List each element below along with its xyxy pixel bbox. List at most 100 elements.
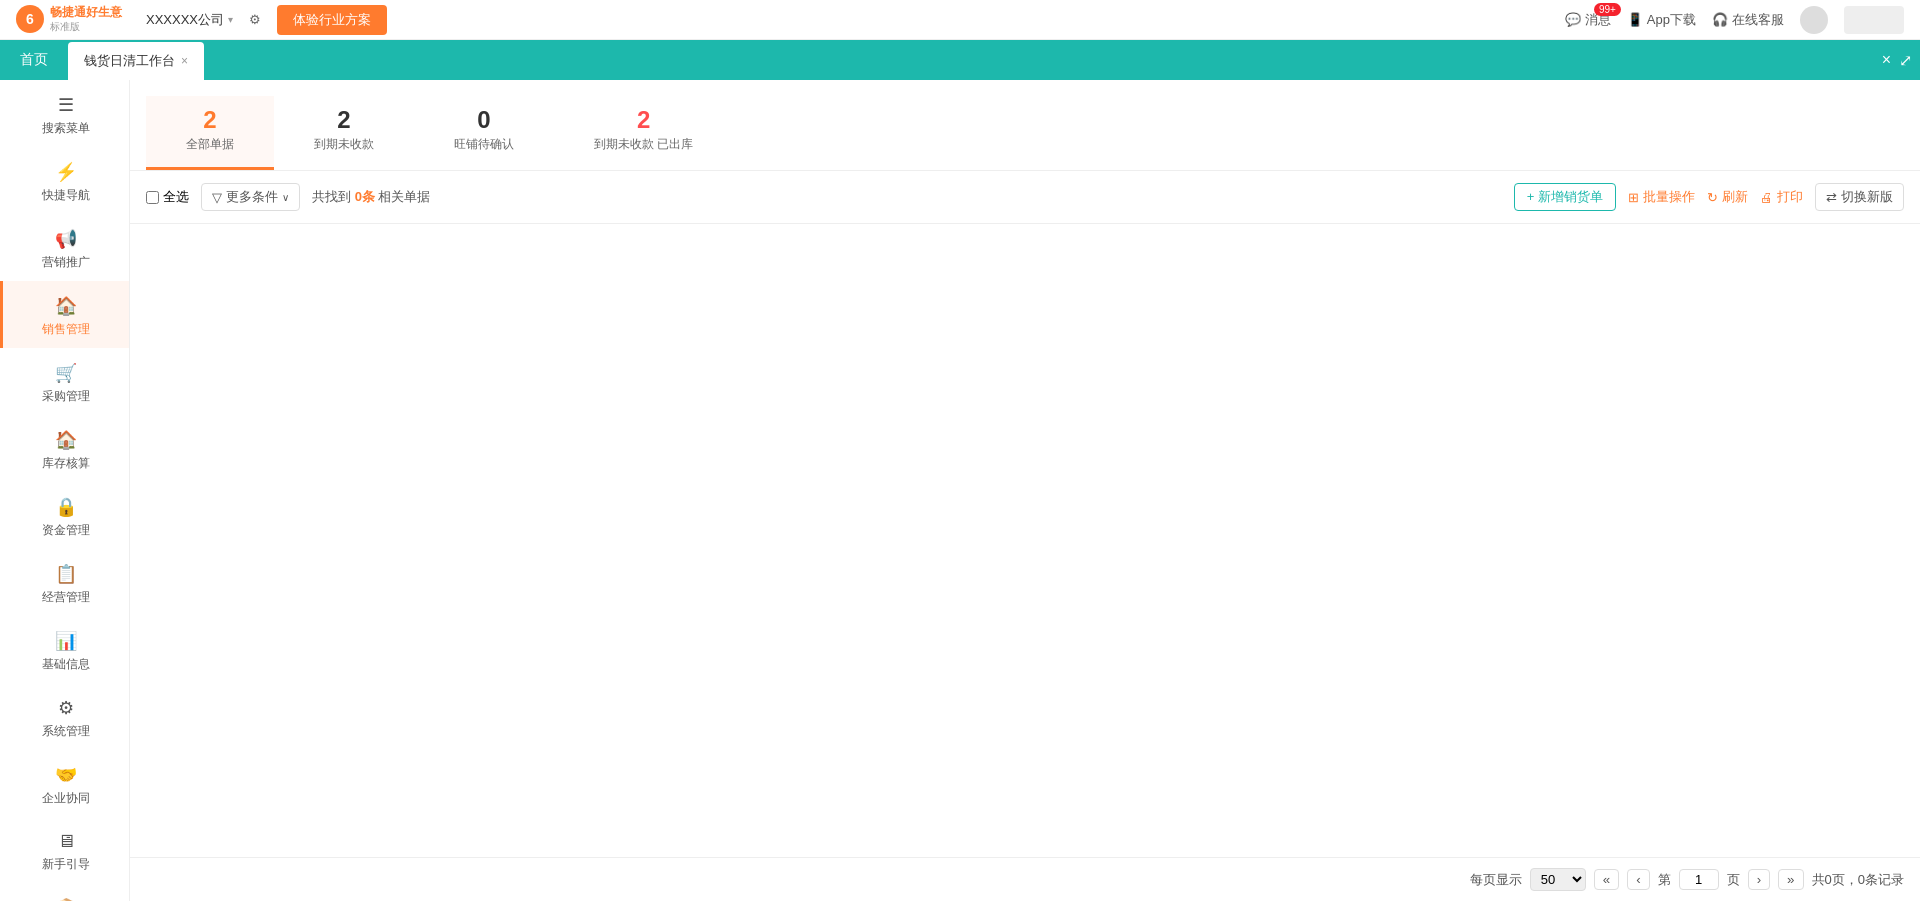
experience-button[interactable]: 体验行业方案 (277, 5, 387, 35)
sidebar-item-basic-info[interactable]: 📊 基础信息 (0, 616, 129, 683)
toolbar-right: + 新增销货单 ⊞ 批量操作 ↻ 刷新 🖨 打印 ⇄ 切换新版 (1514, 183, 1904, 211)
filter-icon: ▽ (212, 190, 222, 205)
print-button[interactable]: 🖨 打印 (1760, 188, 1803, 206)
add-sales-order-button[interactable]: + 新增销货单 (1514, 183, 1616, 211)
sidebar-item-search-label: 搜索菜单 (42, 120, 90, 137)
sidebar-item-sys-mgmt[interactable]: ⚙ 系统管理 (0, 683, 129, 750)
download-icon: 📱 (1627, 12, 1643, 27)
stat-pending-num: 0 (454, 106, 514, 134)
app-download-button[interactable]: 📱 App下载 (1627, 11, 1696, 29)
beginner-icon: 🖥 (57, 831, 75, 852)
company-name: XXXXXX公司 (146, 11, 224, 29)
switch-new-version-button[interactable]: ⇄ 切换新版 (1815, 183, 1904, 211)
sidebar-item-search-menu[interactable]: ☰ 搜索菜单 (0, 80, 129, 147)
stats-tabs: 2 全部单据 2 到期未收款 0 旺铺待确认 2 到期未收款 已出库 (130, 80, 1920, 171)
stat-pending-desc: 旺铺待确认 (454, 136, 514, 153)
stat-all-desc: 全部单据 (186, 136, 234, 153)
stat-tab-overdue-shipped[interactable]: 2 到期未收款 已出库 (554, 96, 733, 170)
quick-nav-icon: ⚡ (55, 161, 77, 183)
sidebar: ☰ 搜索菜单 ⚡ 快捷导航 📢 营销推广 🏠 销售管理 🛒 采购管理 🏠 库存核… (0, 80, 130, 901)
messages-button[interactable]: 💬 消息 99+ (1565, 11, 1611, 29)
stat-tab-all[interactable]: 2 全部单据 (146, 96, 274, 170)
marketing-icon: 📢 (55, 228, 77, 250)
toolbar: 全选 ▽ 更多条件 ∨ 共找到 0条 相关单据 + 新增销货单 ⊞ 批量操作 ↻… (130, 171, 1920, 224)
sidebar-item-capital-label: 资金管理 (42, 522, 90, 539)
sales-icon: 🏠 (55, 295, 77, 317)
last-page-button[interactable]: » (1778, 869, 1803, 890)
tab-maximize-btn[interactable]: ⤢ (1899, 51, 1912, 70)
page-label: 第 (1658, 871, 1671, 889)
message-badge: 99+ (1594, 3, 1621, 16)
company-selector[interactable]: XXXXXX公司 ▾ (146, 11, 233, 29)
stat-shipped-num: 2 (594, 106, 693, 134)
next-page-button[interactable]: › (1748, 869, 1770, 890)
found-count: 0条 (355, 189, 375, 204)
settings-icon[interactable]: ⚙ (241, 6, 269, 34)
search-menu-icon: ☰ (58, 94, 74, 116)
purchase-icon: 🛒 (55, 362, 77, 384)
coop-icon: 🤝 (55, 764, 77, 786)
avatar[interactable] (1800, 6, 1828, 34)
sidebar-item-purchase-label: 采购管理 (42, 388, 90, 405)
tab-daily-work[interactable]: 钱货日清工作台 × (68, 42, 204, 80)
stat-tab-overdue[interactable]: 2 到期未收款 (274, 96, 414, 170)
sidebar-item-inventory-label: 库存核算 (42, 455, 90, 472)
batch-operation-button[interactable]: ⊞ 批量操作 (1628, 188, 1695, 206)
top-right-area: 💬 消息 99+ 📱 App下载 🎧 在线客服 (1565, 6, 1904, 34)
sidebar-item-marketing[interactable]: 📢 营销推广 (0, 214, 129, 281)
found-text: 共找到 0条 相关单据 (312, 188, 430, 206)
first-page-button[interactable]: « (1594, 869, 1619, 890)
sidebar-item-sys-label: 系统管理 (42, 723, 90, 740)
tab-bar-actions: × ⤢ (1882, 51, 1920, 70)
page-input[interactable] (1679, 869, 1719, 890)
sidebar-item-capital[interactable]: 🔒 资金管理 (0, 482, 129, 549)
sidebar-item-basic-label: 基础信息 (42, 656, 90, 673)
sidebar-item-beginner-label: 新手引导 (42, 856, 90, 873)
sidebar-item-app-center[interactable]: 📦 应用中心 (0, 883, 129, 901)
table-area (130, 224, 1920, 857)
message-icon: 💬 (1565, 12, 1581, 27)
sidebar-item-sales-mgmt[interactable]: 🏠 销售管理 (0, 281, 129, 348)
sidebar-item-quick-nav[interactable]: ⚡ 快捷导航 (0, 147, 129, 214)
sidebar-item-beginner[interactable]: 🖥 新手引导 (0, 817, 129, 883)
top-bar: 6 畅捷通好生意 标准版 XXXXXX公司 ▾ ⚙ 体验行业方案 💬 消息 99… (0, 0, 1920, 40)
sidebar-item-marketing-label: 营销推广 (42, 254, 90, 271)
content-area: 2 全部单据 2 到期未收款 0 旺铺待确认 2 到期未收款 已出库 全选 (130, 80, 1920, 901)
filter-button[interactable]: ▽ 更多条件 ∨ (201, 183, 300, 211)
tab-close-icon[interactable]: × (181, 54, 188, 68)
per-page-select[interactable]: 50 100 200 (1530, 868, 1586, 891)
user-info[interactable] (1844, 6, 1904, 34)
select-all-checkbox[interactable]: 全选 (146, 188, 189, 206)
basic-info-icon: 📊 (55, 630, 77, 652)
stat-overdue-desc: 到期未收款 (314, 136, 374, 153)
logo-badge: 标准版 (50, 20, 122, 34)
total-label: 共0页，0条记录 (1812, 871, 1904, 889)
all-checkbox[interactable] (146, 191, 159, 204)
chevron-down-icon: ▾ (228, 14, 233, 25)
sidebar-item-coop-label: 企业协同 (42, 790, 90, 807)
sidebar-item-enterprise-coop[interactable]: 🤝 企业协同 (0, 750, 129, 817)
tab-home[interactable]: 首页 (0, 40, 68, 80)
select-all-label: 全选 (163, 188, 189, 206)
sidebar-item-sales-label: 销售管理 (42, 321, 90, 338)
stat-tab-pending[interactable]: 0 旺铺待确认 (414, 96, 554, 170)
online-service-button[interactable]: 🎧 在线客服 (1712, 11, 1784, 29)
tab-close-window-btn[interactable]: × (1882, 51, 1891, 69)
prev-page-button[interactable]: ‹ (1627, 869, 1649, 890)
sidebar-item-ops[interactable]: 📋 经营管理 (0, 549, 129, 616)
sidebar-item-purchase[interactable]: 🛒 采购管理 (0, 348, 129, 415)
inventory-icon: 🏠 (55, 429, 77, 451)
sidebar-item-quick-label: 快捷导航 (42, 187, 90, 204)
stat-all-num: 2 (186, 106, 234, 134)
capital-icon: 🔒 (55, 496, 77, 518)
page-suffix: 页 (1727, 871, 1740, 889)
ops-icon: 📋 (55, 563, 77, 585)
sidebar-item-inventory[interactable]: 🏠 库存核算 (0, 415, 129, 482)
sidebar-item-ops-label: 经营管理 (42, 589, 90, 606)
filter-label: 更多条件 (226, 188, 278, 206)
refresh-button[interactable]: ↻ 刷新 (1707, 188, 1748, 206)
logo-area: 6 畅捷通好生意 标准版 (16, 5, 146, 33)
app-center-icon: 📦 (55, 897, 77, 901)
stat-overdue-num: 2 (314, 106, 374, 134)
logo-icon: 6 (16, 5, 44, 33)
